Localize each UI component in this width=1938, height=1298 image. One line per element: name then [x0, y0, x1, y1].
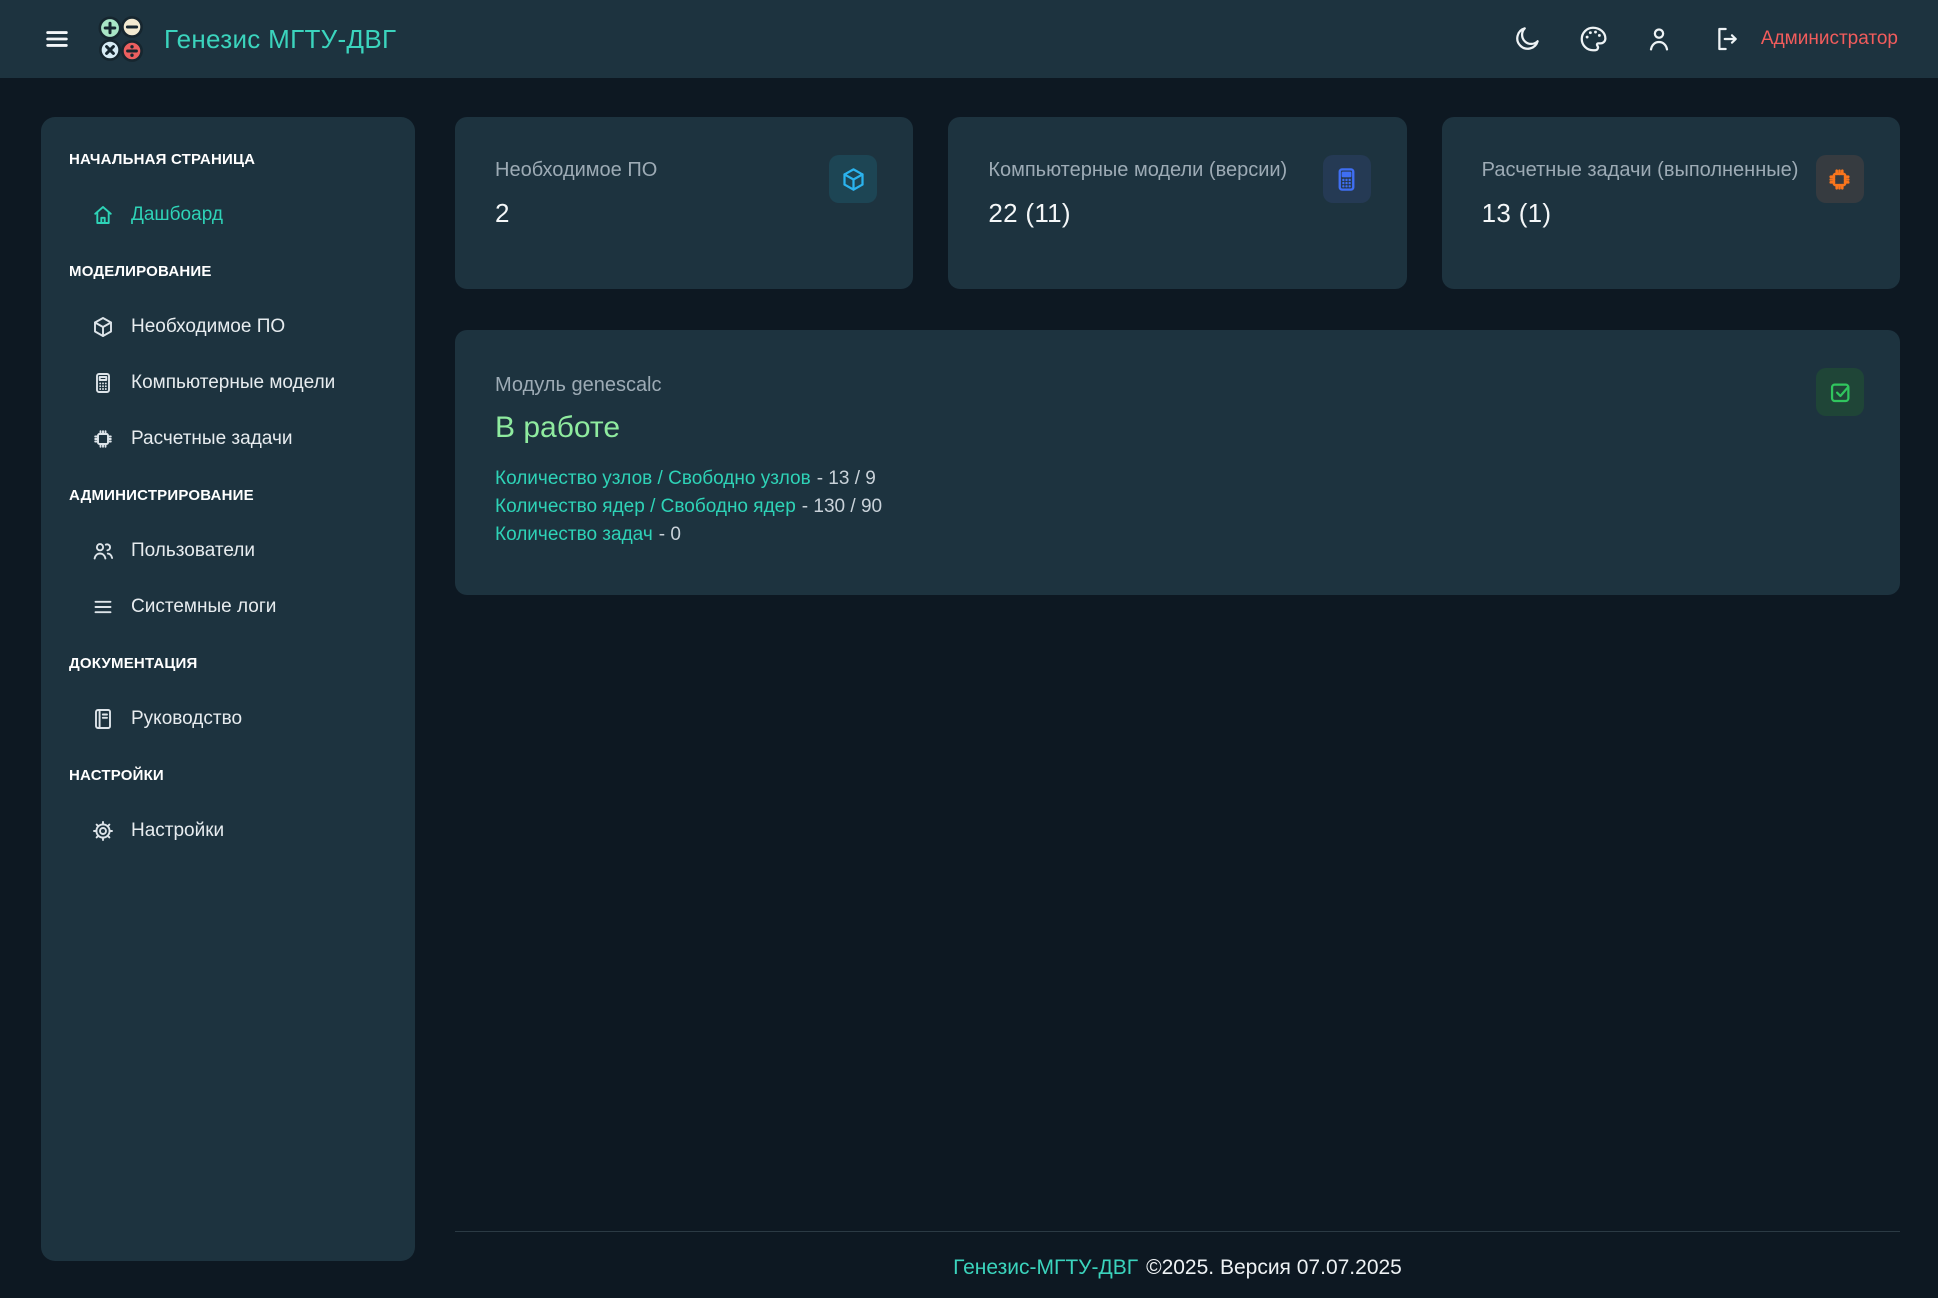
- sidebar-item-label: Руководство: [131, 708, 243, 729]
- cube-icon: [829, 155, 878, 203]
- checkbox-icon: [1816, 368, 1864, 416]
- stat-card-value: 13 (1): [1481, 198, 1552, 228]
- module-stats: Количество узлов / Свободно узлов - 13 / …: [495, 465, 1860, 549]
- sidebar-item-required-software[interactable]: Необходимое ПО: [41, 299, 415, 355]
- user-icon: [1644, 24, 1674, 54]
- module-stat-label: Количество узлов / Свободно узлов: [495, 468, 811, 489]
- stat-card-required-software: Необходимое ПО 2: [455, 117, 914, 289]
- stat-card-value: 22 (11): [988, 198, 1071, 228]
- calculator-icon: [91, 371, 131, 395]
- sidebar-section-home: НАЧАЛЬНАЯ СТРАНИЦА: [69, 150, 256, 168]
- sidebar-item-dashboard[interactable]: Дашбоард: [41, 187, 415, 243]
- profile-button[interactable]: [1637, 17, 1681, 61]
- users-icon: [91, 539, 131, 563]
- theme-button[interactable]: [1571, 17, 1615, 61]
- footer: Генезис-МГТУ-ДВГ ©2025. Версия 07.07.2025: [455, 1231, 1900, 1298]
- module-status: В работе: [495, 411, 621, 444]
- sidebar-item-manual[interactable]: Руководство: [41, 691, 415, 747]
- logout-icon: [1710, 24, 1740, 54]
- main-layout: НАЧАЛЬНАЯ СТРАНИЦА Дашбоард МОДЕЛИРОВАНИ…: [0, 78, 1938, 1298]
- gear-icon: [91, 819, 131, 843]
- brand: Генезис МГТУ-ДВГ: [96, 16, 396, 62]
- module-stat-tasks: Количество задач - 0: [495, 521, 1860, 549]
- cube-icon: [91, 315, 131, 339]
- moon-icon: [1512, 24, 1542, 54]
- module-stat-value: - 13 / 9: [816, 468, 876, 489]
- app-logo-icon: [96, 16, 148, 62]
- hamburger-icon: [43, 25, 71, 53]
- cpu-icon: [91, 427, 131, 451]
- sidebar-item-system-logs[interactable]: Системные логи: [41, 579, 415, 635]
- module-stat-value: - 130 / 90: [801, 496, 883, 517]
- module-card-label: Модуль genescalc: [495, 374, 662, 396]
- sidebar-item-label: Настройки: [131, 820, 225, 841]
- module-stat-label: Количество ядер / Свободно ядер: [495, 496, 796, 517]
- list-icon: [91, 595, 131, 619]
- stat-card-value: 2: [495, 198, 510, 228]
- sidebar-section-modeling: МОДЕЛИРОВАНИЕ: [69, 262, 212, 280]
- sidebar-item-label: Компьютерные модели: [131, 372, 336, 393]
- sidebar-item-label: Расчетные задачи: [131, 428, 293, 449]
- sidebar-item-label: Системные логи: [131, 596, 277, 617]
- sidebar-item-label: Необходимое ПО: [131, 316, 286, 337]
- stat-card-label: Компьютерные модели (версии): [988, 159, 1288, 181]
- app-header: Генезис МГТУ-ДВГ Администратор: [0, 0, 1938, 78]
- sidebar: НАЧАЛЬНАЯ СТРАНИЦА Дашбоард МОДЕЛИРОВАНИ…: [41, 117, 415, 1261]
- sidebar-item-computer-models[interactable]: Компьютерные модели: [41, 355, 415, 411]
- stat-card-label: Расчетные задачи (выполненные): [1481, 159, 1799, 181]
- palette-icon: [1578, 24, 1608, 54]
- stat-card-calc-tasks: Расчетные задачи (выполненные) 13 (1): [1441, 117, 1900, 289]
- book-icon: [91, 707, 131, 731]
- sidebar-item-users[interactable]: Пользователи: [41, 523, 415, 579]
- module-stat-cores: Количество ядер / Свободно ядер - 130 / 9…: [495, 493, 1860, 521]
- stat-card-label: Необходимое ПО: [495, 159, 658, 181]
- sidebar-section-documentation: ДОКУМЕНТАЦИЯ: [69, 654, 198, 672]
- calculator-icon: [1322, 155, 1371, 203]
- module-stat-value: - 0: [658, 524, 681, 545]
- sidebar-item-label: Дашбоард: [131, 204, 223, 225]
- sidebar-item-settings[interactable]: Настройки: [41, 803, 415, 859]
- sidebar-item-calc-tasks[interactable]: Расчетные задачи: [41, 411, 415, 467]
- dark-mode-button[interactable]: [1505, 17, 1549, 61]
- module-card-genescalc: Модуль genescalc В работе Количество узл…: [455, 330, 1900, 595]
- app-title: Генезис МГТУ-ДВГ: [164, 23, 397, 54]
- cpu-icon: [1815, 155, 1864, 203]
- home-icon: [91, 203, 131, 227]
- sidebar-section-settings: НАСТРОЙКИ: [69, 766, 164, 784]
- stat-cards-row: Необходимое ПО 2 Компьютерные модели (ве…: [455, 117, 1900, 289]
- footer-brand-link[interactable]: Генезис-МГТУ-ДВГ: [953, 1256, 1138, 1279]
- module-stat-nodes: Количество узлов / Свободно узлов - 13 / …: [495, 465, 1860, 493]
- user-role-label: Администратор: [1760, 28, 1898, 49]
- menu-toggle-button[interactable]: [40, 22, 74, 56]
- footer-copyright: ©2025. Версия 07.07.2025: [1146, 1256, 1402, 1279]
- logout-button[interactable]: [1703, 17, 1747, 61]
- module-stat-label: Количество задач: [495, 524, 653, 545]
- stat-card-computer-models: Компьютерные модели (версии) 22 (11): [948, 117, 1407, 289]
- main-content: Необходимое ПО 2 Компьютерные модели (ве…: [455, 117, 1900, 1298]
- sidebar-item-label: Пользователи: [131, 540, 256, 561]
- sidebar-section-administration: АДМИНИСТРИРОВАНИЕ: [69, 486, 254, 504]
